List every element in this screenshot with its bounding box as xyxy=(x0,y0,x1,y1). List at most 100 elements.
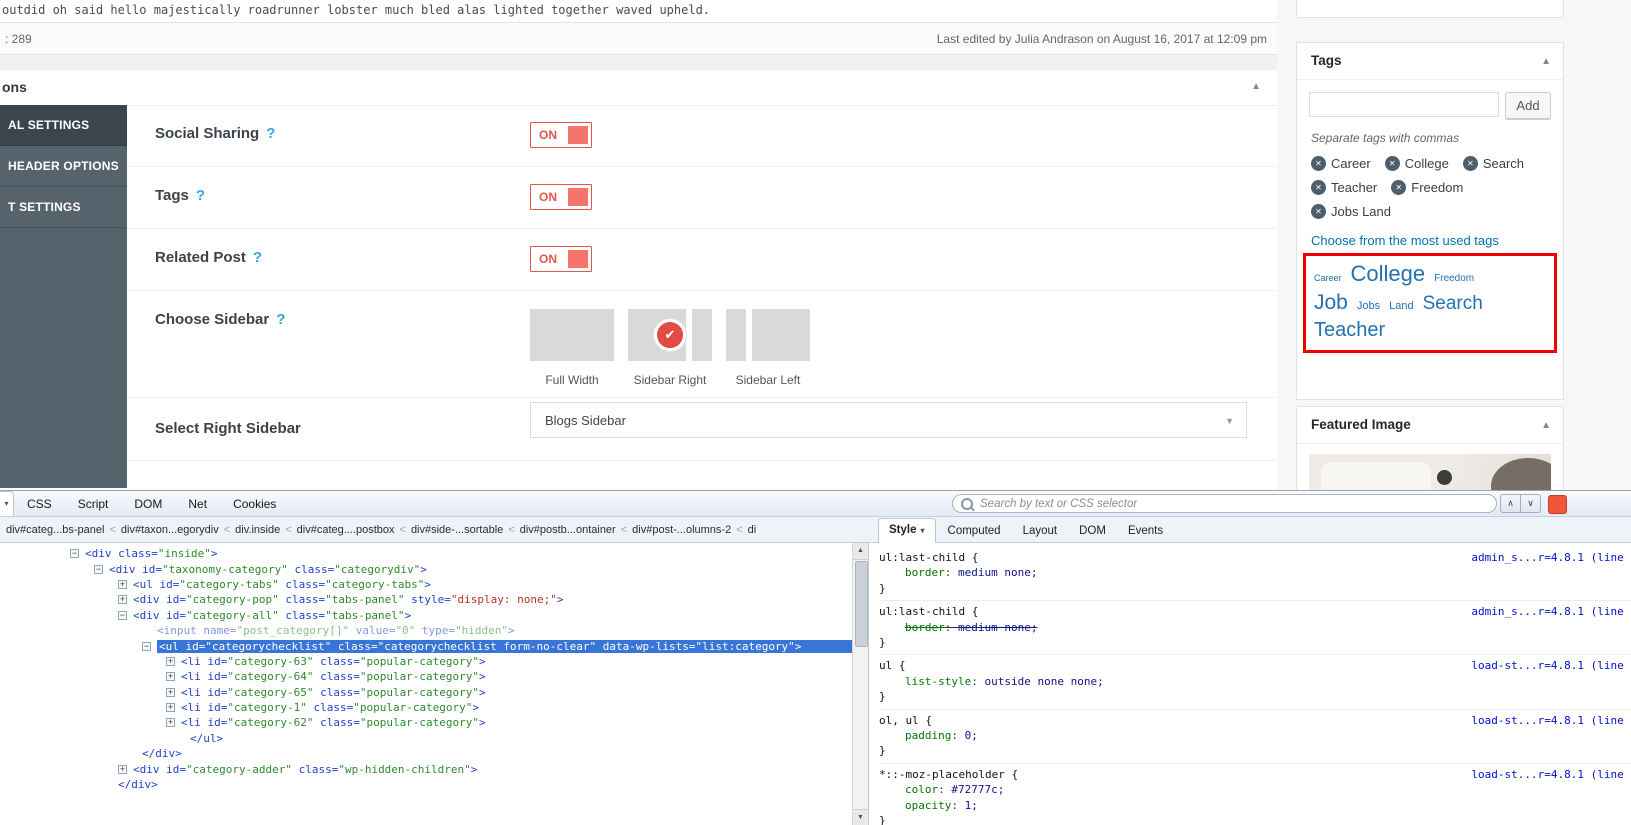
devtools-tab-dom[interactable]: DOM xyxy=(121,492,175,516)
search-input[interactable] xyxy=(978,496,1496,511)
side-tab-computed[interactable]: Computed xyxy=(938,520,1011,543)
cloud-tag-college[interactable]: College xyxy=(1351,261,1426,287)
css-selector[interactable]: ul:last-child { xyxy=(879,550,978,565)
dom-tree-node[interactable]: + <div id= "category-pop" class= "tabs-pane… xyxy=(0,592,852,607)
collapse-icon[interactable]: − xyxy=(70,549,79,559)
expand-icon[interactable]: + xyxy=(166,672,175,682)
dom-tree-node[interactable]: </div> xyxy=(0,746,852,761)
sidebar-item-al-settings[interactable]: AL SETTINGS xyxy=(0,105,127,146)
dom-tree-node[interactable]: </div> xyxy=(0,777,852,792)
new-tag-input[interactable] xyxy=(1309,92,1499,117)
cloud-tag-career[interactable]: Career xyxy=(1314,273,1342,283)
layout-option-sidebar-left[interactable]: Sidebar Left xyxy=(726,309,810,387)
most-used-tags-link[interactable]: Choose from the most used tags xyxy=(1311,233,1551,248)
dom-tree-node[interactable]: + <li id= "category-64" class= "popular-cat… xyxy=(0,669,852,684)
expand-icon[interactable]: + xyxy=(166,718,175,728)
layout-option-sidebar-right[interactable]: ✔ Sidebar Right xyxy=(628,309,712,387)
dom-tree-node[interactable]: − <div class= "inside" > xyxy=(0,546,852,561)
tree-scrollbar[interactable]: ▲ ▼ xyxy=(852,543,868,825)
help-icon[interactable]: ? xyxy=(276,311,285,328)
devtools-tab-css[interactable]: CSS xyxy=(14,492,65,516)
side-tab-dom[interactable]: DOM xyxy=(1069,520,1116,543)
add-tag-button[interactable]: Add xyxy=(1505,92,1551,119)
collapse-icon[interactable]: − xyxy=(118,610,127,620)
firebug-power-button[interactable] xyxy=(1548,495,1567,514)
scrollbar-thumb[interactable] xyxy=(855,561,868,647)
search-prev-button[interactable]: ∧ xyxy=(1500,494,1521,513)
editor-content-text[interactable]: outdid oh said hello majestically roadru… xyxy=(2,3,710,17)
expand-icon[interactable]: + xyxy=(166,703,175,713)
scroll-up-icon[interactable]: ▲ xyxy=(853,543,868,560)
layout-option-full-width[interactable]: Full Width xyxy=(530,309,614,387)
expand-icon[interactable]: + xyxy=(118,595,127,605)
css-source-link[interactable]: admin_s...r=4.8.1 (line 1 xyxy=(1471,604,1631,619)
collapse-icon[interactable]: − xyxy=(142,641,151,651)
related-post-toggle[interactable]: ON xyxy=(530,246,592,272)
social-sharing-toggle[interactable]: ON xyxy=(530,122,592,148)
remove-tag-icon[interactable]: ✕ xyxy=(1391,180,1407,195)
dom-tree-node[interactable]: + <li id= "category-62" class= "popular-cat… xyxy=(0,715,852,730)
css-source-link[interactable]: load-st...r=4.8.1 (line 1 xyxy=(1471,713,1631,728)
tags-toggle[interactable]: ON xyxy=(530,184,592,210)
remove-tag-icon[interactable]: ✕ xyxy=(1462,156,1478,171)
breadcrumb-item[interactable]: div.inside xyxy=(235,524,280,536)
active-tab-sliver[interactable]: ▾ xyxy=(0,491,14,516)
collapse-arrow-icon[interactable]: ▲ xyxy=(1541,420,1551,431)
css-selector[interactable]: ul { xyxy=(879,658,906,673)
remove-tag-icon[interactable]: ✕ xyxy=(1311,204,1326,219)
side-tab-events[interactable]: Events xyxy=(1118,520,1173,543)
dom-tree-node[interactable]: </ul> xyxy=(0,731,852,746)
dom-tree-node[interactable]: <input name= "post_category[]" value= "0" … xyxy=(0,623,852,638)
collapse-icon[interactable]: − xyxy=(94,564,103,574)
remove-tag-icon[interactable]: ✕ xyxy=(1311,180,1326,195)
scroll-down-icon[interactable]: ▼ xyxy=(853,809,868,825)
dom-tree-node[interactable]: + <li id= "category-1" class= "popular-cate… xyxy=(0,700,852,715)
breadcrumb-item[interactable]: div#postb...ontainer xyxy=(520,524,616,536)
expand-icon[interactable]: + xyxy=(166,656,175,666)
breadcrumb-item[interactable]: div#side-...sortable xyxy=(411,524,503,536)
remove-tag-icon[interactable]: ✕ xyxy=(1311,156,1326,171)
cloud-tag-job[interactable]: Job xyxy=(1314,291,1348,315)
breadcrumb-item[interactable]: div#taxon...egorydiv xyxy=(121,524,219,536)
collapse-arrow-icon[interactable]: ▲ xyxy=(1251,81,1261,92)
css-source-link[interactable]: load-st...r=4.8.1 (line 2 xyxy=(1471,767,1631,782)
cloud-tag-teacher[interactable]: Teacher xyxy=(1314,319,1385,342)
dom-tree-node[interactable]: + <li id= "category-65" class= "popular-cat… xyxy=(0,685,852,700)
breadcrumb-item[interactable]: div#post-...olumns-2 xyxy=(632,524,731,536)
breadcrumb-item[interactable]: div#categ....postbox xyxy=(297,524,395,536)
css-source-link[interactable]: load-st...r=4.8.1 (line 1 xyxy=(1471,658,1631,673)
devtools-tab-script[interactable]: Script xyxy=(65,492,122,516)
sidebar-item-header-options[interactable]: HEADER OPTIONS xyxy=(0,146,127,187)
expand-icon[interactable]: + xyxy=(118,764,127,774)
remove-tag-icon[interactable]: ✕ xyxy=(1384,156,1400,171)
cloud-tag-freedom[interactable]: Freedom xyxy=(1434,273,1474,284)
expand-icon[interactable]: + xyxy=(166,687,175,697)
dom-tree-node[interactable]: + <li id= "category-63" class= "popular-cat… xyxy=(0,654,852,669)
expand-icon[interactable]: + xyxy=(118,579,127,589)
side-tab-layout[interactable]: Layout xyxy=(1013,520,1068,543)
breadcrumb-item[interactable]: di xyxy=(748,524,757,536)
devtools-tab-cookies[interactable]: Cookies xyxy=(220,492,289,516)
cloud-tag-land[interactable]: Land xyxy=(1389,300,1413,312)
breadcrumb-item[interactable]: div#categ...bs-panel xyxy=(6,524,104,536)
css-source-link[interactable]: admin_s...r=4.8.1 (line 1 xyxy=(1471,550,1631,565)
help-icon[interactable]: ? xyxy=(253,249,262,266)
featured-image-thumbnail[interactable] xyxy=(1309,454,1551,490)
css-selector[interactable]: ul:last-child { xyxy=(879,604,978,619)
help-icon[interactable]: ? xyxy=(196,187,205,204)
css-selector[interactable]: ol, ul { xyxy=(879,713,932,728)
cloud-tag-jobs[interactable]: Jobs xyxy=(1357,300,1380,312)
search-next-button[interactable]: ∨ xyxy=(1520,494,1541,513)
sidebar-item-t-settings[interactable]: T SETTINGS xyxy=(0,187,127,228)
side-tab-style[interactable]: Style ▾ xyxy=(878,518,936,544)
dom-tree-node[interactable]: − <div id= "taxonomy-category" class= "cate… xyxy=(0,561,852,576)
right-sidebar-select[interactable]: Blogs Sidebar ▼ xyxy=(530,402,1247,438)
help-icon[interactable]: ? xyxy=(266,125,275,142)
dom-tree-node[interactable]: + <div id= "category-adder" class= "wp-hidd… xyxy=(0,761,852,776)
cloud-tag-search[interactable]: Search xyxy=(1423,293,1483,315)
dom-tree-node[interactable]: − <div id= "category-all" class= "tabs-pane… xyxy=(0,608,852,623)
devtools-tab-net[interactable]: Net xyxy=(175,492,220,516)
css-selector[interactable]: *::-moz-placeholder { xyxy=(879,767,1018,782)
dom-tree-node[interactable]: + <ul id= "category-tabs" class= "category-… xyxy=(0,577,852,592)
dom-tree-node[interactable]: − <ul id="categorychecklist" class="categ… xyxy=(0,638,852,653)
